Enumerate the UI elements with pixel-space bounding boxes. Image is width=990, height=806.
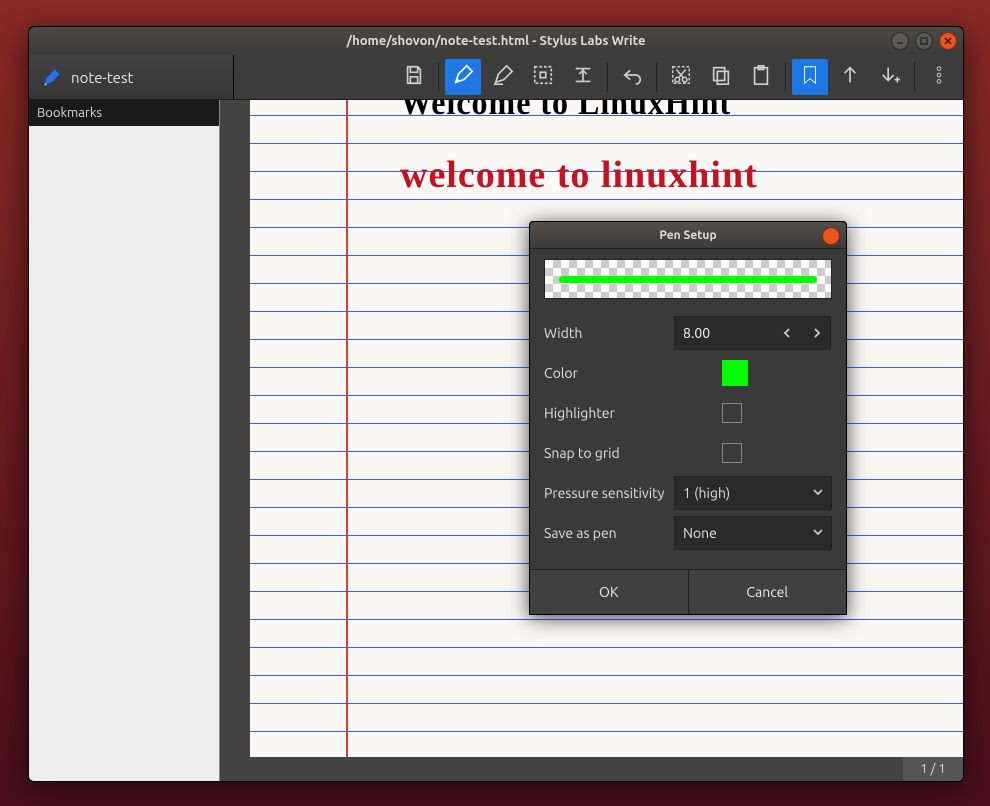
pen-setup-dialog: Pen Setup Width 8.00 (529, 221, 847, 615)
handwriting-line-2: welcome to linuxhint (400, 153, 758, 197)
minimize-button[interactable] (891, 32, 909, 50)
main-toolbar: note-test (29, 55, 963, 100)
save-button[interactable] (396, 59, 432, 95)
copy-icon (710, 64, 732, 90)
arrow-down-plus-icon (879, 64, 901, 90)
insert-space-icon (572, 64, 594, 90)
width-value: 8.00 (675, 325, 774, 341)
bookmarks-sidebar: Bookmarks (29, 100, 220, 781)
saveas-label: Save as pen (544, 525, 674, 541)
pressure-value: 1 (high) (683, 485, 730, 501)
color-label: Color (544, 365, 674, 381)
dialog-titlebar[interactable]: Pen Setup (530, 222, 846, 249)
width-increment[interactable] (802, 317, 830, 349)
saveas-value: None (683, 525, 717, 541)
chevron-down-icon (813, 527, 823, 539)
snap-checkbox[interactable] (722, 443, 742, 463)
dialog-close-button[interactable] (822, 227, 840, 245)
pen-icon (41, 66, 63, 88)
undo-icon (621, 64, 643, 90)
select-rect-icon (532, 64, 554, 90)
ok-button[interactable]: OK (530, 570, 688, 614)
next-page-button[interactable] (872, 59, 908, 95)
undo-button[interactable] (614, 59, 650, 95)
prev-page-button[interactable] (832, 59, 868, 95)
insert-space-button[interactable] (565, 59, 601, 95)
snap-label: Snap to grid (544, 445, 674, 461)
app-window: /home/shovon/note-test.html - Stylus Lab… (28, 26, 964, 782)
page-indicator: 1 / 1 (903, 757, 963, 781)
bookmarks-list[interactable] (29, 126, 219, 781)
stroke-eraser-button[interactable] (485, 59, 521, 95)
copy-button[interactable] (703, 59, 739, 95)
maximize-button[interactable] (915, 32, 933, 50)
width-spinbox[interactable]: 8.00 (674, 316, 831, 350)
canvas-area[interactable]: Welcome to LinuxHint welcome to linuxhin… (220, 100, 963, 781)
paste-button[interactable] (743, 59, 779, 95)
dialog-title-text: Pen Setup (659, 229, 716, 242)
pressure-combo[interactable]: 1 (high) (674, 476, 832, 510)
pressure-label: Pressure sensitivity (544, 485, 674, 501)
cancel-button[interactable]: Cancel (688, 570, 847, 614)
bookmarks-heading: Bookmarks (29, 100, 219, 126)
document-tab[interactable]: note-test (29, 55, 234, 99)
close-button[interactable] (939, 32, 957, 50)
bookmark-button[interactable] (792, 59, 828, 95)
overflow-menu-button[interactable] (921, 59, 957, 95)
highlighter-checkbox[interactable] (722, 403, 742, 423)
highlighter-label: Highlighter (544, 405, 674, 421)
saveas-combo[interactable]: None (674, 516, 832, 550)
width-decrement[interactable] (774, 317, 802, 349)
titlebar: /home/shovon/note-test.html - Stylus Lab… (29, 27, 963, 55)
pen-tool-button[interactable] (445, 59, 481, 95)
arrow-up-icon (839, 64, 861, 90)
chevron-down-icon (813, 487, 823, 499)
bookmark-icon (799, 64, 821, 90)
select-rect-button[interactable] (525, 59, 561, 95)
pen-preview (544, 259, 832, 299)
window-controls (891, 32, 957, 50)
cut-selection-button[interactable] (663, 59, 699, 95)
scissors-icon (670, 64, 692, 90)
handwriting-line-1: Welcome to LinuxHint (400, 100, 731, 123)
window-title: /home/shovon/note-test.html - Stylus Lab… (29, 27, 963, 55)
color-swatch[interactable] (722, 360, 748, 386)
clipboard-icon (750, 64, 772, 90)
document-tab-label: note-test (71, 69, 133, 86)
width-label: Width (544, 325, 674, 341)
pen-tool-icon (452, 64, 474, 90)
kebab-icon (928, 64, 950, 90)
stroke-eraser-icon (492, 64, 514, 90)
save-icon (403, 64, 425, 90)
